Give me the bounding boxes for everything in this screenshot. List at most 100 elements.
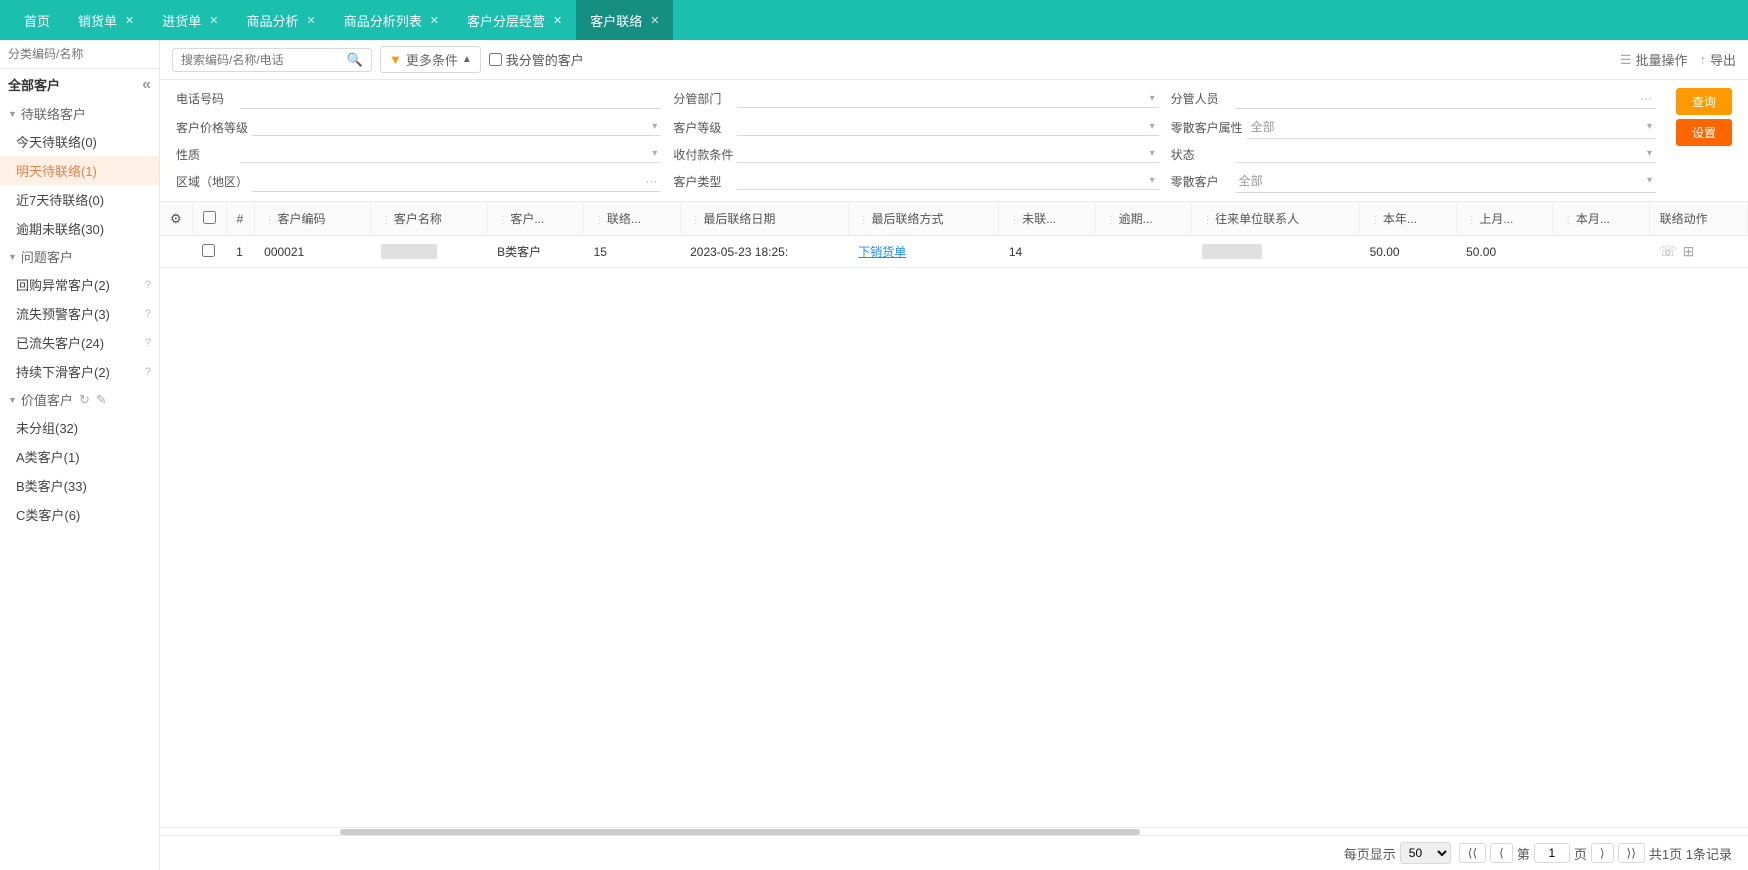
nav-close-customer-tier[interactable]: ✕ bbox=[553, 14, 562, 27]
sidebar-group-problem[interactable]: 问题客户 bbox=[0, 243, 159, 270]
td-unit-contact bbox=[1192, 236, 1360, 268]
sidebar-item-declining[interactable]: 持续下滑客户(2) ? bbox=[0, 357, 159, 386]
th-settings[interactable]: ⚙ bbox=[160, 202, 192, 236]
query-button[interactable]: 查询 bbox=[1676, 88, 1732, 115]
batch-ops-button[interactable]: ☰ 批量操作 bbox=[1620, 50, 1688, 69]
more-filters-button[interactable]: ▼ 更多条件 ▲ bbox=[380, 46, 481, 73]
nav-item-product-analysis[interactable]: 商品分析 ✕ bbox=[232, 0, 329, 40]
sidebar-item-class-a[interactable]: A类客户(1) bbox=[0, 442, 159, 471]
sidebar-item-tomorrow[interactable]: 明天待联络(1) bbox=[0, 156, 159, 185]
sidebar-group-pending[interactable]: 待联络客户 bbox=[0, 100, 159, 127]
sidebar-item-tomorrow-label: 明天待联络(1) bbox=[16, 161, 97, 180]
filter-select-dept[interactable]: ▾ bbox=[737, 90, 1158, 108]
value-group-edit-icon[interactable]: ✎ bbox=[96, 392, 107, 408]
action-grid-icon[interactable]: ⊞ bbox=[1683, 243, 1695, 260]
help-icon-churn-warning: ? bbox=[145, 308, 151, 320]
filter-select-price-level[interactable]: ▾ bbox=[252, 118, 661, 136]
nav-close-sales[interactable]: ✕ bbox=[125, 14, 134, 27]
row-checkbox[interactable] bbox=[202, 244, 215, 257]
nav-item-customer-contact[interactable]: 客户联络 ✕ bbox=[576, 0, 673, 40]
chevron-down-icon-price: ▾ bbox=[652, 121, 657, 132]
nav-item-sales[interactable]: 销货单 ✕ bbox=[64, 0, 148, 40]
per-page-dropdown[interactable]: 50 100 200 bbox=[1400, 842, 1451, 864]
value-group-refresh-icon[interactable]: ↻ bbox=[79, 392, 90, 408]
th-last-month[interactable]: 上月... bbox=[1456, 202, 1553, 236]
nav-item-purchase[interactable]: 进货单 ✕ bbox=[148, 0, 232, 40]
sidebar-item-ungrouped-label: 未分组(32) bbox=[16, 418, 78, 437]
page-first-button[interactable]: ⟨⟨ bbox=[1459, 843, 1486, 863]
th-code[interactable]: 客户编码 bbox=[254, 202, 370, 236]
filter-select-person[interactable]: ··· bbox=[1235, 88, 1656, 109]
table-row: 1 000021 Ea B类客户 15 2023-05-23 18:25: 下销… bbox=[160, 236, 1748, 268]
page-next-button[interactable]: ⟩ bbox=[1591, 843, 1614, 863]
nav-item-home[interactable]: 首页 bbox=[10, 0, 64, 40]
nav-item-customer-tier[interactable]: 客户分层经营 ✕ bbox=[453, 0, 576, 40]
th-contact[interactable]: 联络... bbox=[584, 202, 681, 236]
th-name[interactable]: 客户名称 bbox=[371, 202, 487, 236]
search-icon[interactable]: 🔍 bbox=[347, 52, 363, 68]
th-last-contact-date[interactable]: 最后联络日期 bbox=[680, 202, 848, 236]
sidebar-item-churn-warning[interactable]: 流失预警客户(3) ? bbox=[0, 299, 159, 328]
filter-input-phone[interactable] bbox=[240, 88, 661, 109]
td-this-month bbox=[1553, 236, 1650, 268]
th-last-contact-method[interactable]: 最后联络方式 bbox=[848, 202, 999, 236]
filter-select-retail-attr-value: 全部 bbox=[1251, 118, 1643, 135]
my-customers-checkbox-label[interactable]: 我分管的客户 bbox=[489, 50, 584, 69]
th-this-year[interactable]: 本年... bbox=[1360, 202, 1457, 236]
nav-close-purchase[interactable]: ✕ bbox=[209, 14, 218, 27]
sidebar-all-customers[interactable]: 全部客户 « bbox=[0, 69, 159, 100]
filter-select-customer-type[interactable]: ▾ bbox=[737, 172, 1158, 190]
filter-select-region[interactable]: ··· bbox=[252, 171, 661, 192]
filter-select-status[interactable]: ▾ bbox=[1235, 145, 1656, 163]
page-number-input[interactable] bbox=[1534, 843, 1570, 863]
sidebar-item-churned[interactable]: 已流失客户(24) ? bbox=[0, 328, 159, 357]
my-customers-checkbox[interactable] bbox=[489, 53, 502, 66]
nav-item-product-list[interactable]: 商品分析列表 ✕ bbox=[330, 0, 453, 40]
sidebar-item-class-b[interactable]: B类客户(33) bbox=[0, 471, 159, 500]
filter-select-payment[interactable]: ▾ bbox=[737, 145, 1158, 163]
more-filters-label: 更多条件 bbox=[406, 50, 458, 69]
set-button[interactable]: 设置 bbox=[1676, 119, 1732, 146]
page-prev-button[interactable]: ⟨ bbox=[1490, 843, 1513, 863]
sidebar-item-overdue[interactable]: 逾期未联络(30) bbox=[0, 214, 159, 243]
nav-close-product-analysis[interactable]: ✕ bbox=[307, 14, 316, 27]
filter-row-4: 区域（地区） ··· 客户类型 ▾ bbox=[176, 169, 1668, 193]
td-last-contact-date: 2023-05-23 18:25: bbox=[680, 236, 848, 268]
sidebar-item-ungrouped[interactable]: 未分组(32) bbox=[0, 413, 159, 442]
nav-item-product-analysis-label: 商品分析 bbox=[246, 11, 298, 30]
th-type[interactable]: 客户... bbox=[487, 202, 584, 236]
settings-icon[interactable]: ⚙ bbox=[170, 211, 182, 226]
action-phone-icon[interactable]: ☏ bbox=[1659, 243, 1677, 260]
collapse-icon[interactable]: « bbox=[142, 76, 151, 94]
th-this-month[interactable]: 本月... bbox=[1553, 202, 1650, 236]
th-uncontact[interactable]: 未联... bbox=[999, 202, 1096, 236]
sidebar-group-value[interactable]: 价值客户 ↻ ✎ bbox=[0, 386, 159, 413]
td-last-contact-method[interactable]: 下销货单 bbox=[848, 236, 999, 268]
search-input[interactable] bbox=[181, 53, 343, 67]
horizontal-scrollbar[interactable] bbox=[160, 827, 1748, 835]
nav-close-product-list[interactable]: ✕ bbox=[430, 14, 439, 27]
sidebar-item-repurchase-abnormal[interactable]: 回购异常客户(2) ? bbox=[0, 270, 159, 299]
filter-select-customer-level[interactable]: ▾ bbox=[737, 118, 1158, 136]
filter-icon: ▼ bbox=[389, 52, 402, 67]
filter-select-retail-attr[interactable]: 全部 ▾ bbox=[1247, 115, 1656, 139]
filter-select-retail[interactable]: 全部 ▾ bbox=[1235, 169, 1656, 193]
sidebar-item-class-c[interactable]: C类客户(6) bbox=[0, 500, 159, 529]
sidebar-search-input[interactable] bbox=[8, 47, 160, 61]
filter-cell-customer-type: 客户类型 ▾ bbox=[673, 172, 1170, 190]
sidebar-item-repurchase-label: 回购异常客户(2) bbox=[16, 275, 110, 294]
page-last-button[interactable]: ⟩⟩ bbox=[1618, 843, 1645, 863]
filter-label-phone: 电话号码 bbox=[176, 90, 236, 107]
sidebar-item-7days[interactable]: 近7天待联络(0) bbox=[0, 185, 159, 214]
scrollbar-thumb[interactable] bbox=[340, 829, 1140, 835]
filter-cell-customer-level: 客户等级 ▾ bbox=[673, 118, 1170, 136]
nav-close-customer-contact[interactable]: ✕ bbox=[650, 14, 659, 27]
th-actions: 联络动作 bbox=[1649, 202, 1747, 236]
th-overdue[interactable]: 逾期... bbox=[1095, 202, 1192, 236]
filter-row-2: 客户价格等级 ▾ 客户等级 ▾ bbox=[176, 115, 1668, 139]
sidebar-item-today[interactable]: 今天待联络(0) bbox=[0, 127, 159, 156]
filter-select-nature[interactable]: ▾ bbox=[240, 145, 661, 163]
select-all-checkbox[interactable] bbox=[203, 211, 216, 224]
export-button[interactable]: ↑ 导出 bbox=[1699, 50, 1736, 69]
th-unit-contact[interactable]: 往来单位联系人 bbox=[1192, 202, 1360, 236]
